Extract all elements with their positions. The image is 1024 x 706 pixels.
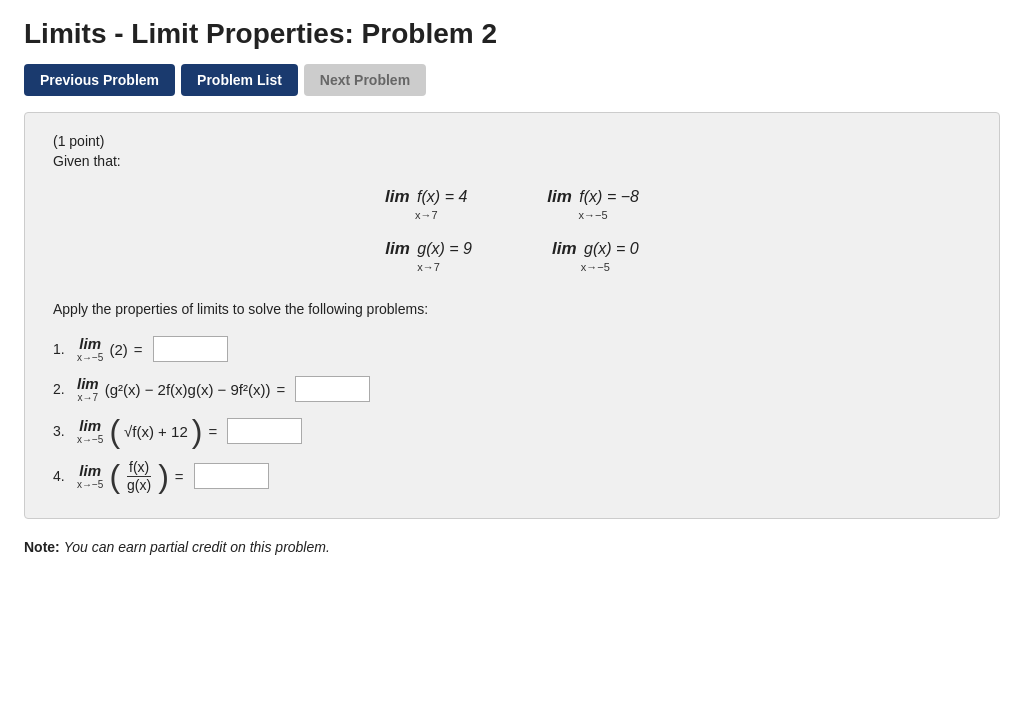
points-label: (1 point)	[53, 133, 971, 149]
given-label: Given that:	[53, 153, 971, 169]
problem-item-2: 2. lim x→7 (g²(x) − 2f(x)g(x) − 9f²(x)) …	[53, 375, 971, 403]
problem-item-1: 1. lim x→−5 (2) =	[53, 335, 971, 363]
limit-g-neg5: lim g(x) = 0 x→−5	[552, 239, 639, 273]
limit-g-7: lim g(x) = 9 x→7	[385, 239, 472, 273]
fraction-4: f(x) g(x)	[125, 459, 153, 494]
page-title: Limits - Limit Properties: Problem 2	[24, 18, 1000, 50]
problem-item-4: 4. lim x→−5 ( f(x) g(x) ) =	[53, 459, 971, 494]
note-section: Note: You can earn partial credit on thi…	[24, 539, 1000, 555]
problem-num-1: 1.	[53, 341, 71, 357]
problem-math-1: lim x→−5 (2) =	[77, 335, 228, 363]
problem-num-4: 4.	[53, 468, 71, 484]
limits-row-2: lim g(x) = 9 x→7 lim g(x) = 0 x→−5	[385, 239, 638, 273]
problem-item-3: 3. lim x→−5 ( √f(x) + 12 ) =	[53, 415, 971, 447]
limit-f-neg5: lim f(x) = −8 x→−5	[547, 187, 639, 221]
limits-row-1: lim f(x) = 4 x→7 lim f(x) = −8 x→−5	[385, 187, 639, 221]
lim-block-3: lim x→−5	[77, 417, 103, 445]
problem-math-2: lim x→7 (g²(x) − 2f(x)g(x) − 9f²(x)) =	[77, 375, 370, 403]
problem-container: (1 point) Given that: lim f(x) = 4 x→7 l…	[24, 112, 1000, 519]
problems-list: 1. lim x→−5 (2) = 2. lim x→7 (g²(x) − 2f…	[53, 335, 971, 494]
answer-input-4[interactable]	[194, 463, 269, 489]
problem-math-3: lim x→−5 ( √f(x) + 12 ) =	[77, 415, 302, 447]
given-limits: lim f(x) = 4 x→7 lim f(x) = −8 x→−5 lim …	[53, 187, 971, 273]
next-problem-button: Next Problem	[304, 64, 426, 96]
limit-f-7: lim f(x) = 4 x→7	[385, 187, 467, 221]
lim-block-4: lim x→−5	[77, 462, 103, 490]
answer-input-2[interactable]	[295, 376, 370, 402]
answer-input-1[interactable]	[153, 336, 228, 362]
navigation-buttons: Previous Problem Problem List Next Probl…	[24, 64, 1000, 96]
lim-block-1: lim x→−5	[77, 335, 103, 363]
answer-input-3[interactable]	[227, 418, 302, 444]
note-label: Note:	[24, 539, 60, 555]
apply-text: Apply the properties of limits to solve …	[53, 301, 971, 317]
lim-block-2: lim x→7	[77, 375, 99, 403]
problem-num-2: 2.	[53, 381, 71, 397]
prev-problem-button[interactable]: Previous Problem	[24, 64, 175, 96]
problem-math-4: lim x→−5 ( f(x) g(x) ) =	[77, 459, 269, 494]
note-text: You can earn partial credit on this prob…	[64, 539, 330, 555]
problem-num-3: 3.	[53, 423, 71, 439]
problem-list-button[interactable]: Problem List	[181, 64, 298, 96]
